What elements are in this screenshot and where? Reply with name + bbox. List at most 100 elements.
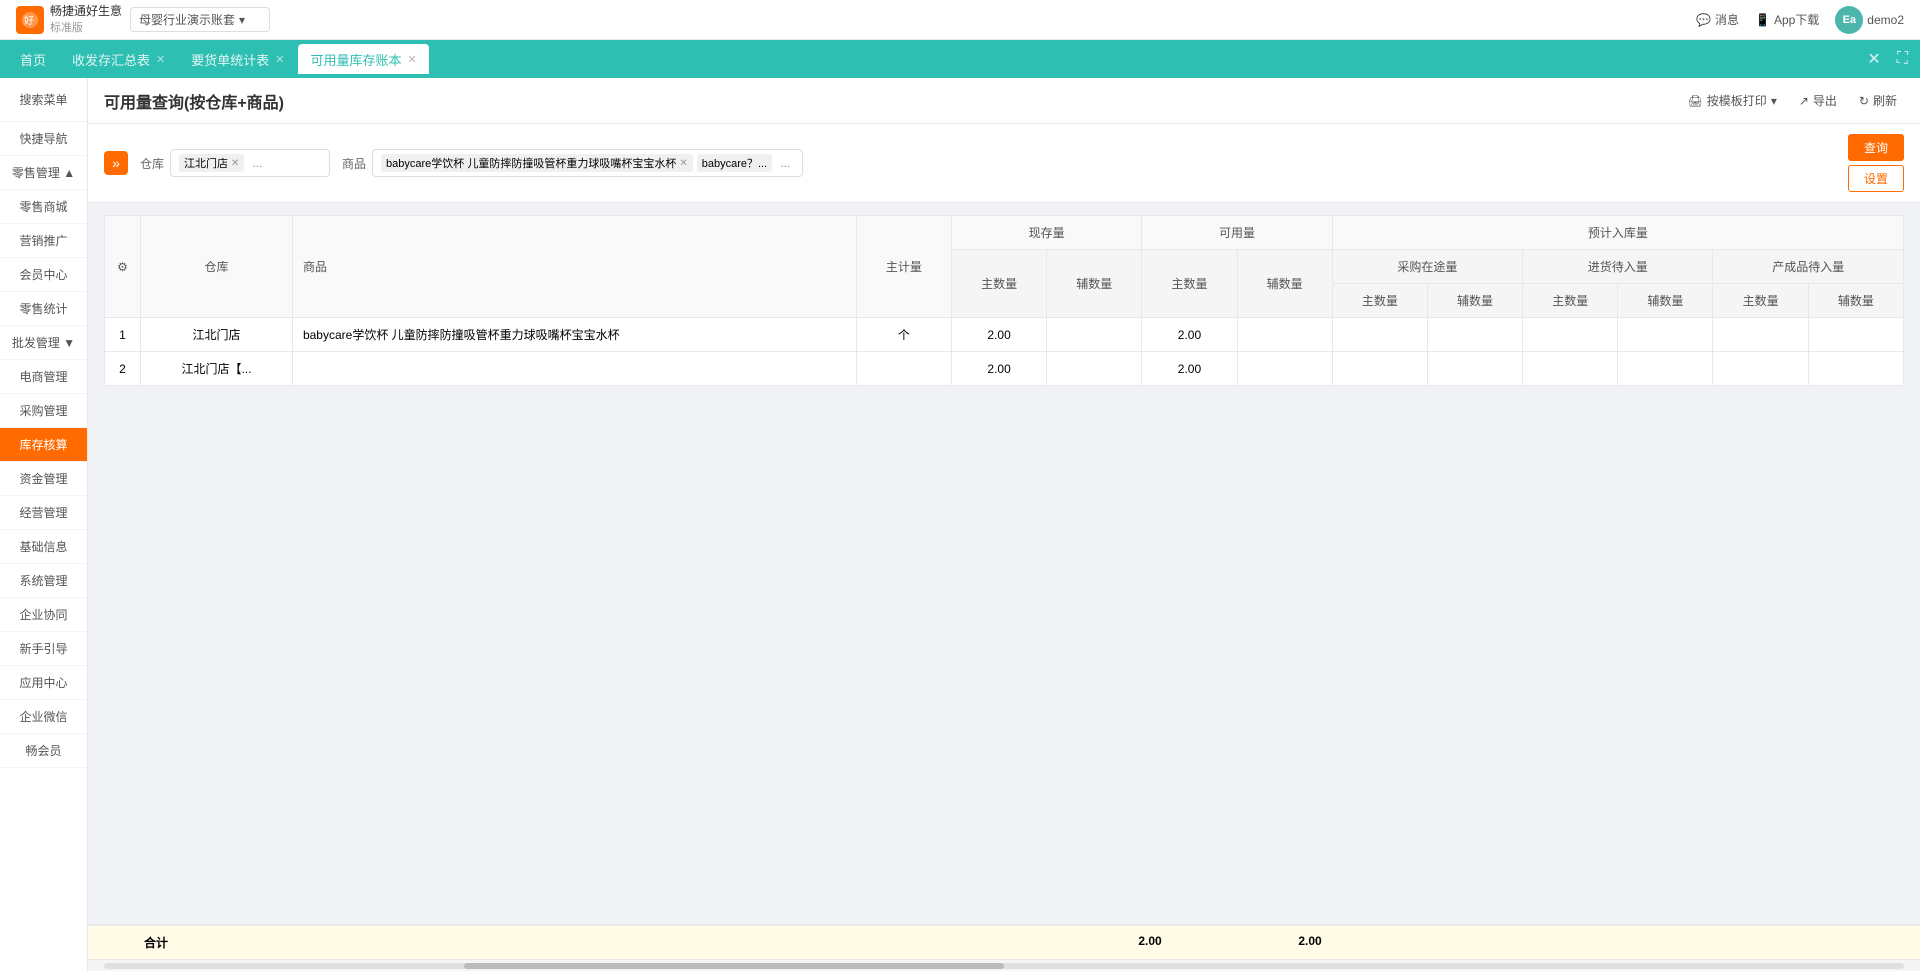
warehouse-label: 仓库: [140, 155, 164, 172]
cell-cur-aux-0: [1047, 318, 1142, 352]
product-more-btn[interactable]: ...: [776, 156, 794, 170]
scroll-thumb[interactable]: [464, 963, 1004, 969]
tab-available-stock-close[interactable]: ✕: [408, 53, 417, 66]
sidebar-item-inventory[interactable]: 库存核算: [0, 428, 87, 462]
sidebar-item-app-center[interactable]: 应用中心: [0, 666, 87, 700]
logo-text-area: 畅捷通好生意 标准版: [50, 4, 122, 36]
tab-order-stats-label: 要货单统计表: [191, 50, 269, 69]
col-purchase-transit-label: 采购在途量: [1332, 250, 1522, 284]
page-actions: 🖨 按模板打印 ▾ ↗ 导出 ↻ 刷新: [1681, 88, 1904, 113]
product-input[interactable]: babycare学饮杯 儿童防摔防撞吸管杯重力球吸嘴杯宝宝水杯 ✕ babyca…: [372, 149, 803, 177]
print-template-btn[interactable]: 🖨 按模板打印 ▾: [1681, 88, 1784, 113]
filter-area: » 仓库 江北门店 ✕ ... 商品 babycare学饮杯 儿童防摔防撞吸管杯…: [88, 124, 1920, 203]
cell-inc-aux-0: [1618, 318, 1713, 352]
download-label: App下载: [1774, 11, 1819, 28]
sidebar-item-marketing[interactable]: 营销推广: [0, 224, 87, 258]
sidebar-item-chang-member[interactable]: 畅会员: [0, 734, 87, 768]
filter-actions: 查询 设置: [1848, 134, 1904, 192]
sidebar-item-ecom[interactable]: 电商管理: [0, 360, 87, 394]
cell-purch-aux-0: [1427, 318, 1522, 352]
print-label: 按模板打印: [1707, 92, 1767, 109]
message-btn[interactable]: 💬 消息: [1696, 11, 1739, 28]
logo-sub-text: 标准版: [50, 19, 122, 35]
footer-empty-1: [98, 934, 134, 951]
refresh-btn[interactable]: ↻ 刷新: [1852, 88, 1904, 113]
top-bar-right: 💬 消息 📱 App下载 Ea demo2: [1696, 6, 1904, 34]
cell-prod-aux-0: [1808, 318, 1903, 352]
col-main-unit-header: 主计量: [856, 216, 951, 318]
user-name: demo2: [1867, 13, 1904, 27]
col-avail-main-header: 主数量: [1142, 250, 1237, 318]
footer-avail-aux: [1350, 934, 1430, 951]
sidebar-item-enterprise-wechat[interactable]: 企业微信: [0, 700, 87, 734]
footer-empty-2: [214, 934, 1110, 951]
sidebar-item-member[interactable]: 会员中心: [0, 258, 87, 292]
warehouse-tag-0: 江北门店 ✕: [179, 154, 244, 172]
expand-icon: »: [112, 155, 120, 171]
col-avail-aux-header: 辅数量: [1237, 250, 1332, 318]
export-label: 导出: [1813, 92, 1837, 109]
sidebar-item-new-guide[interactable]: 新手引导: [0, 632, 87, 666]
logo-main-text: 畅捷通好生意: [50, 4, 122, 20]
col-current-stock-header: 现存量: [951, 216, 1141, 250]
table-footer: 合计 2.00 2.00: [88, 924, 1920, 959]
sidebar-item-finance[interactable]: 资金管理: [0, 462, 87, 496]
main-layout: 搜索菜单 快捷导航 零售管理 ▲ 零售商城 营销推广 会员中心 零售统计 批发管…: [0, 78, 1920, 971]
product-tag-0-remove[interactable]: ✕: [679, 158, 687, 169]
cell-inc-aux-1: [1618, 352, 1713, 386]
download-icon: 📱: [1755, 13, 1770, 27]
footer-incoming-aux: [1670, 934, 1750, 951]
user-area[interactable]: Ea demo2: [1835, 6, 1904, 34]
data-table: ⚙ 仓库 商品 主计量 现存量 可用量 预计入库量 主数量 辅数量 主数量 辅数…: [104, 215, 1904, 386]
sidebar-item-wholesale[interactable]: 批发管理 ▼: [0, 326, 87, 360]
tab-order-stats[interactable]: 要货单统计表 ✕: [179, 44, 296, 74]
cell-avail-aux-0: [1237, 318, 1332, 352]
settings-btn[interactable]: 设置: [1848, 165, 1904, 192]
tab-fullscreen-btn[interactable]: ⛶: [1893, 48, 1912, 70]
col-settings-header[interactable]: ⚙: [105, 216, 141, 318]
app-download-btn[interactable]: 📱 App下载: [1755, 11, 1819, 28]
export-btn[interactable]: ↗ 导出: [1792, 88, 1844, 113]
query-btn[interactable]: 查询: [1848, 134, 1904, 161]
tab-receive-summary-close[interactable]: ✕: [156, 53, 165, 66]
sidebar-item-retail-mall[interactable]: 零售商城: [0, 190, 87, 224]
footer-product-aux: [1830, 934, 1910, 951]
sidebar-search-btn[interactable]: 搜索菜单: [8, 86, 79, 113]
table-header-row-1: ⚙ 仓库 商品 主计量 现存量 可用量 预计入库量: [105, 216, 1904, 250]
tab-close-all-btn[interactable]: ✕: [1863, 47, 1884, 71]
footer-avail-main: 2.00: [1270, 934, 1350, 951]
sidebar-item-purchase[interactable]: 采购管理: [0, 394, 87, 428]
sidebar: 搜索菜单 快捷导航 零售管理 ▲ 零售商城 营销推广 会员中心 零售统计 批发管…: [0, 78, 88, 971]
sidebar-item-sys[interactable]: 系统管理: [0, 564, 87, 598]
cell-avail-main-1: 2.00: [1142, 352, 1237, 386]
warehouse-input[interactable]: 江北门店 ✕ ...: [170, 149, 330, 177]
sidebar-item-enterprise-collab[interactable]: 企业协同: [0, 598, 87, 632]
warehouse-more-btn[interactable]: ...: [248, 156, 266, 170]
tab-order-stats-close[interactable]: ✕: [275, 53, 284, 66]
tab-home[interactable]: 首页: [8, 44, 58, 74]
table-row: 1 江北门店 babycare学饮杯 儿童防摔防撞吸管杯重力球吸嘴杯宝宝水杯 个…: [105, 318, 1904, 352]
sidebar-item-quick-nav[interactable]: 快捷导航: [0, 122, 87, 156]
tab-receive-summary[interactable]: 收发存汇总表 ✕: [60, 44, 177, 74]
tab-receive-summary-label: 收发存汇总表: [72, 50, 150, 69]
footer-purchase-main: [1430, 934, 1510, 951]
product-tag-0: babycare学饮杯 儿童防摔防撞吸管杯重力球吸嘴杯宝宝水杯 ✕: [381, 154, 693, 172]
chevron-down-icon: ▾: [239, 13, 245, 27]
table-wrapper[interactable]: ⚙ 仓库 商品 主计量 现存量 可用量 预计入库量 主数量 辅数量 主数量 辅数…: [88, 203, 1920, 924]
cell-warehouse-0: 江北门店: [141, 318, 293, 352]
col-incoming-aux-header: 辅数量: [1618, 284, 1713, 318]
sidebar-item-basic-info[interactable]: 基础信息: [0, 530, 87, 564]
sidebar-item-business[interactable]: 经营管理: [0, 496, 87, 530]
tab-available-stock[interactable]: 可用量库存账本 ✕: [298, 44, 428, 74]
warehouse-filter: 仓库 江北门店 ✕ ...: [140, 149, 330, 177]
warehouse-tag-remove[interactable]: ✕: [231, 158, 239, 169]
footer-current-main: 2.00: [1110, 934, 1190, 951]
sidebar-item-retail-mgmt[interactable]: 零售管理 ▲: [0, 156, 87, 190]
bottom-scrollbar[interactable]: [88, 959, 1920, 971]
sidebar-item-retail-stats[interactable]: 零售统计: [0, 292, 87, 326]
industry-selector[interactable]: 母婴行业演示账套 ▾: [130, 7, 270, 32]
filter-expand-btn[interactable]: »: [104, 151, 128, 175]
col-purchase-aux-header: 辅数量: [1427, 284, 1522, 318]
industry-label: 母婴行业演示账套: [139, 11, 235, 28]
logo-icon: 好: [16, 6, 44, 34]
